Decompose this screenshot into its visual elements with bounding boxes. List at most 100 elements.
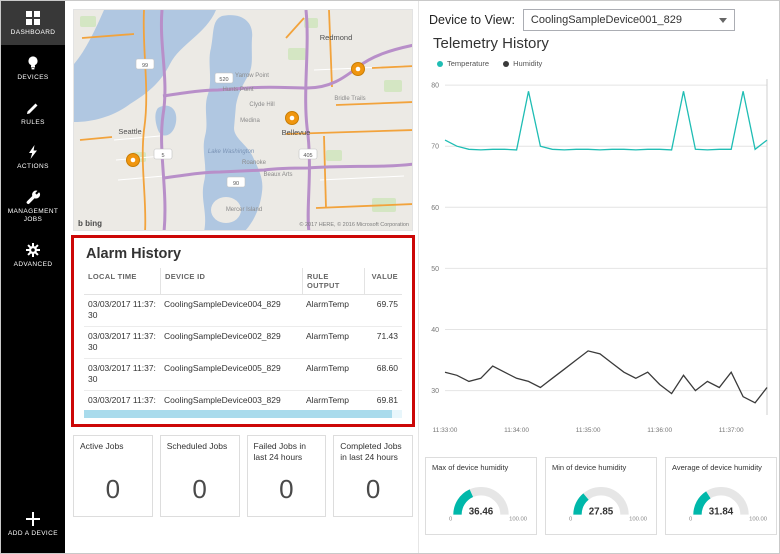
job-stats-row: Active Jobs 0 Scheduled Jobs 0 Failed Jo… (73, 435, 413, 517)
sidebar-item-devices[interactable]: DEVICES (1, 48, 65, 89)
svg-text:60: 60 (431, 205, 439, 212)
alarm-table-header: LOCAL TIME DEVICE ID RULE OUTPUT VALUE (84, 268, 402, 295)
column-header[interactable]: VALUE (364, 268, 402, 294)
svg-text:Bridle Trails: Bridle Trails (334, 96, 365, 102)
device-id-cell: CoolingSampleDevice004_829 (160, 295, 302, 326)
local-time-cell: 03/03/2017 11:37:30 (84, 359, 160, 390)
telemetry-history-title: Telemetry History (433, 35, 549, 52)
job-card-label: Scheduled Jobs (167, 441, 233, 452)
job-card-label: Active Jobs (80, 441, 146, 452)
gauge-value: 36.46 (469, 507, 494, 518)
sidebar-item-advanced[interactable]: ADVANCED (1, 235, 65, 276)
gauge-max-label: 100.00 (629, 517, 648, 523)
gauges-row: Max of device humidity 0 36.46 100.00 Mi… (425, 457, 777, 535)
value-cell: 69.81 (364, 391, 402, 408)
column-header[interactable]: LOCAL TIME (84, 268, 160, 294)
svg-text:Clyde Hill: Clyde Hill (249, 102, 274, 108)
device-id-cell: CoolingSampleDevice003_829 (160, 391, 302, 408)
value-cell: 71.43 (364, 327, 402, 358)
gauge: 0 27.85 100.00 (552, 473, 650, 525)
gauge: 0 31.84 100.00 (672, 473, 770, 525)
horizontal-scrollbar[interactable] (84, 410, 402, 418)
table-row: 03/03/2017 11:37:29 CoolingSampleDevice0… (84, 391, 402, 408)
map-canvas: 59952040590RedmondBridle TrailsYarrow Po… (74, 10, 413, 231)
sidebar-item-label: ADVANCED (14, 261, 53, 269)
svg-text:Mercer Island: Mercer Island (226, 207, 262, 213)
sidebar-item-label: ACTIONS (17, 163, 49, 171)
svg-text:50: 50 (431, 266, 439, 273)
plus-icon (25, 511, 41, 527)
pencil-icon (25, 100, 41, 116)
value-cell: 68.60 (364, 359, 402, 390)
svg-text:5: 5 (161, 153, 164, 159)
svg-text:11:36:00: 11:36:00 (647, 427, 672, 434)
gauge-max-label: 100.00 (509, 517, 528, 523)
telemetry-chart: 30405060708011:33:0011:34:0011:35:0011:3… (421, 67, 777, 449)
sidebar-item-label: RULES (21, 119, 45, 127)
job-card-value: 0 (340, 474, 406, 505)
rule-output-cell: AlarmTemp (302, 391, 364, 408)
svg-text:Lake Washington: Lake Washington (208, 149, 255, 155)
add-device-button[interactable]: ADD A DEVICE (1, 504, 65, 545)
rule-output-cell: AlarmTemp (302, 327, 364, 358)
panel-divider (418, 1, 419, 553)
job-card-value: 0 (254, 474, 320, 505)
scrollbar-thumb[interactable] (84, 410, 392, 418)
sidebar-item-dashboard[interactable]: DASHBOARD (1, 1, 65, 45)
add-device-label: ADD A DEVICE (8, 530, 58, 538)
sidebar-item-label: DASHBOARD (11, 29, 56, 37)
gauge-value: 31.84 (709, 507, 734, 518)
alarm-history-panel: Alarm History LOCAL TIME DEVICE ID RULE … (71, 235, 415, 427)
column-header[interactable]: DEVICE ID (160, 268, 302, 294)
gauge: 0 36.46 100.00 (432, 473, 530, 525)
map[interactable]: 59952040590RedmondBridle TrailsYarrow Po… (73, 9, 413, 231)
gauge-min-label: 0 (449, 517, 453, 523)
rule-output-cell: AlarmTemp (302, 295, 364, 326)
lightning-icon (25, 144, 41, 160)
svg-text:40: 40 (431, 327, 439, 334)
sidebar-item-rules[interactable]: RULES (1, 93, 65, 134)
sidebar-item-actions[interactable]: ACTIONS (1, 137, 65, 178)
svg-text:Medina: Medina (240, 118, 260, 124)
gauge-title: Max of device humidity (432, 463, 530, 472)
svg-text:520: 520 (219, 77, 228, 83)
local-time-cell: 03/03/2017 11:37:30 (84, 295, 160, 326)
svg-text:11:37:00: 11:37:00 (719, 427, 744, 434)
dashboard-icon (25, 10, 41, 26)
chevron-down-icon (719, 18, 727, 23)
sidebar-item-management-jobs[interactable]: MANAGEMENT JOBS (1, 182, 65, 232)
svg-text:90: 90 (233, 181, 239, 187)
table-row: 03/03/2017 11:37:30 CoolingSampleDevice0… (84, 327, 402, 359)
scheduled-jobs-card[interactable]: Scheduled Jobs 0 (160, 435, 240, 517)
max-humidity-gauge: Max of device humidity 0 36.46 100.00 (425, 457, 537, 535)
job-card-label: Failed Jobs in last 24 hours (254, 441, 320, 463)
average-humidity-gauge: Average of device humidity 0 31.84 100.0… (665, 457, 777, 535)
failed-jobs-card[interactable]: Failed Jobs in last 24 hours 0 (247, 435, 327, 517)
gauge-title: Average of device humidity (672, 463, 770, 472)
job-card-value: 0 (80, 474, 146, 505)
svg-text:Hunts Point: Hunts Point (222, 87, 253, 93)
alarm-history-title: Alarm History (84, 242, 402, 268)
lightbulb-icon (25, 55, 41, 71)
telemetry-chart-area: 30405060708011:33:0011:34:0011:35:0011:3… (421, 67, 777, 454)
dashboard-app: DASHBOARD DEVICES RULES ACTIONS MANAGEME… (0, 0, 780, 554)
table-row: 03/03/2017 11:37:30 CoolingSampleDevice0… (84, 359, 402, 391)
value-cell: 69.75 (364, 295, 402, 326)
local-time-cell: 03/03/2017 11:37:29 (84, 391, 160, 408)
gauge-min-label: 0 (569, 517, 573, 523)
alarm-table-body: 03/03/2017 11:37:30 CoolingSampleDevice0… (84, 295, 402, 408)
active-jobs-card[interactable]: Active Jobs 0 (73, 435, 153, 517)
completed-jobs-card[interactable]: Completed Jobs in last 24 hours 0 (333, 435, 413, 517)
device-selector-row: Device to View: CoolingSampleDevice001_8… (429, 9, 735, 31)
column-header[interactable]: RULE OUTPUT (302, 268, 364, 294)
sidebar: DASHBOARD DEVICES RULES ACTIONS MANAGEME… (1, 1, 65, 553)
device-select-value: CoolingSampleDevice001_829 (531, 14, 682, 26)
svg-text:11:33:00: 11:33:00 (433, 427, 458, 434)
device-id-cell: CoolingSampleDevice005_829 (160, 359, 302, 390)
sidebar-item-label: DEVICES (17, 74, 48, 82)
job-card-value: 0 (167, 474, 233, 505)
device-select[interactable]: CoolingSampleDevice001_829 (523, 9, 735, 31)
gauge-value: 27.85 (589, 507, 614, 518)
wrench-icon (25, 189, 41, 205)
gauge-min-label: 0 (689, 517, 693, 523)
